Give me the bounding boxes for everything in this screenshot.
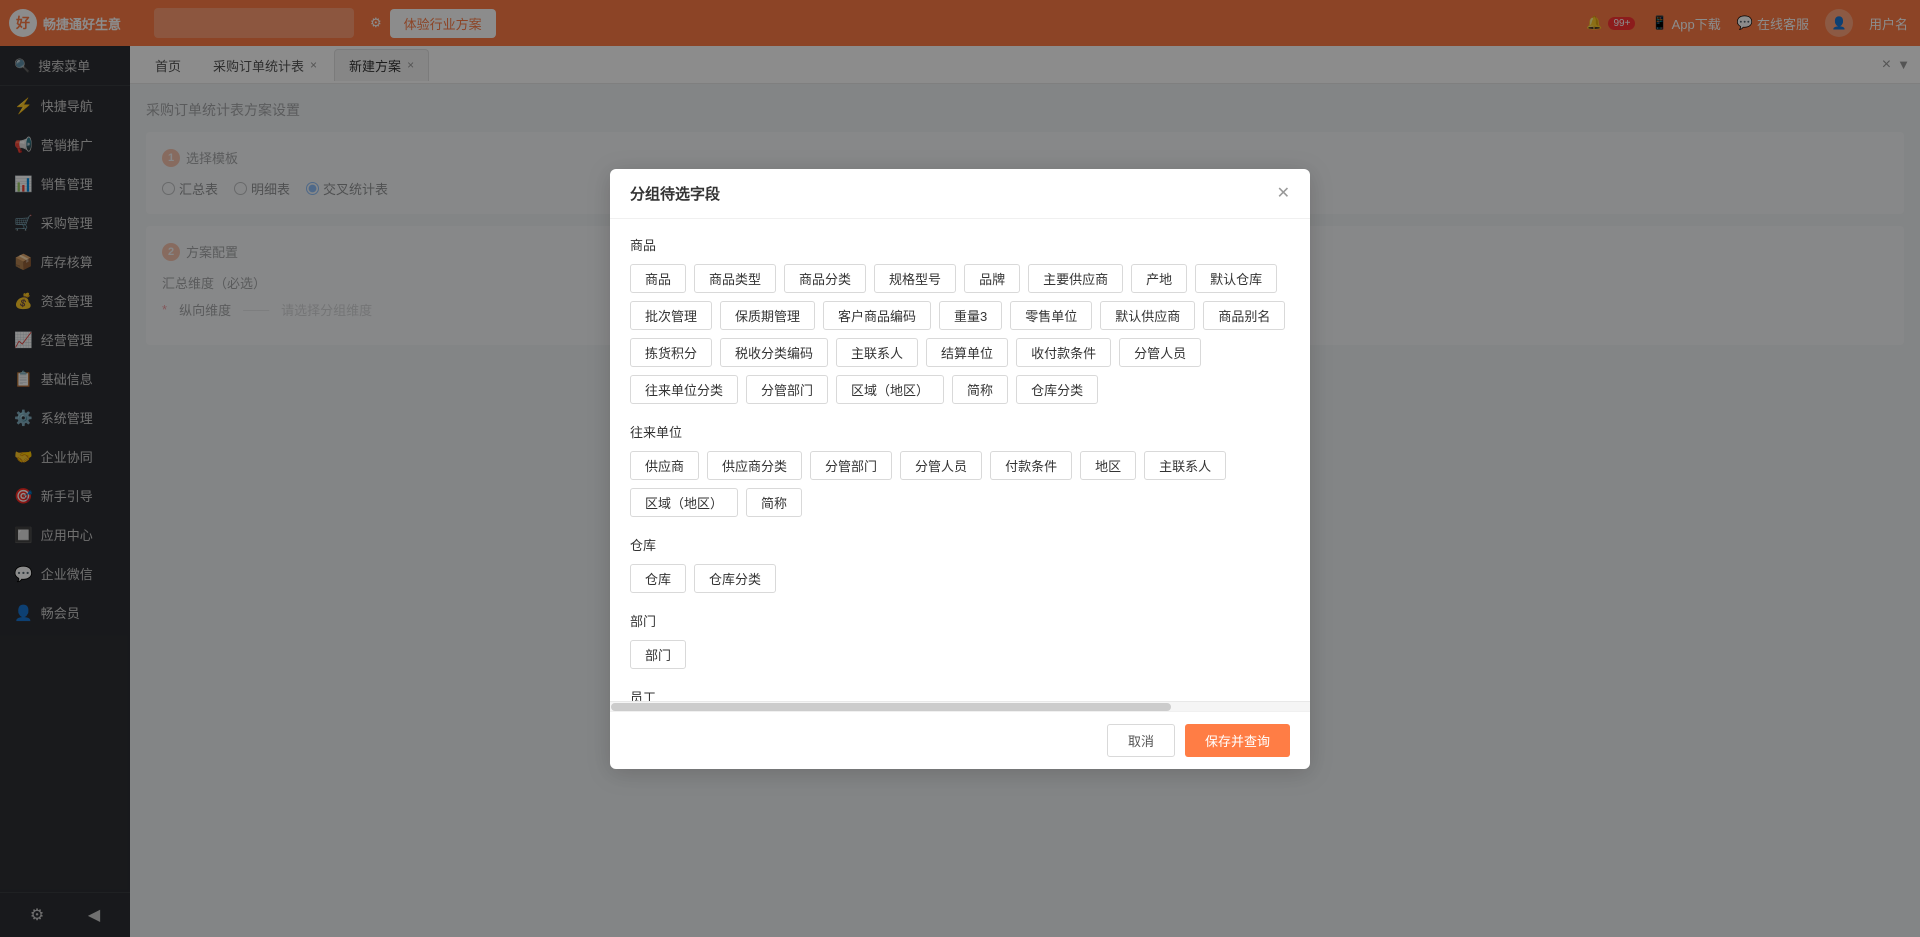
department-fields: 部门 (630, 640, 1290, 669)
field-tag-分管部门[interactable]: 分管部门 (810, 451, 892, 480)
field-tag-客户商品编码[interactable]: 客户商品编码 (823, 301, 931, 330)
warehouse-fields: 仓库仓库分类 (630, 564, 1290, 593)
field-tag-区域（地区）[interactable]: 区域（地区） (630, 488, 738, 517)
field-tag-部门[interactable]: 部门 (630, 640, 686, 669)
cancel-button[interactable]: 取消 (1107, 724, 1175, 757)
field-tag-供应商分类[interactable]: 供应商分类 (707, 451, 802, 480)
section-employee-title: 员工 (630, 687, 1290, 701)
field-tag-往来单位分类[interactable]: 往来单位分类 (630, 375, 738, 404)
section-department: 部门 部门 (630, 611, 1290, 669)
field-tag-重量3[interactable]: 重量3 (939, 301, 1002, 330)
field-tag-保质期管理[interactable]: 保质期管理 (720, 301, 815, 330)
field-tag-地区[interactable]: 地区 (1080, 451, 1136, 480)
section-department-title: 部门 (630, 611, 1290, 630)
modal-footer: 取消 保存并查询 (610, 711, 1310, 769)
confirm-button[interactable]: 保存并查询 (1185, 724, 1290, 757)
field-tag-商品别名[interactable]: 商品别名 (1203, 301, 1285, 330)
section-warehouse: 仓库 仓库仓库分类 (630, 535, 1290, 593)
section-products-title: 商品 (630, 235, 1290, 254)
modal-overlay[interactable]: 分组待选字段 ✕ 商品 商品商品类型商品分类规格型号品牌主要供应商产地默认仓库批… (0, 0, 1920, 937)
modal-title: 分组待选字段 (630, 183, 720, 204)
modal-hscroll[interactable] (610, 701, 1310, 711)
field-tag-零售单位[interactable]: 零售单位 (1010, 301, 1092, 330)
field-tag-主联系人[interactable]: 主联系人 (836, 338, 918, 367)
modal-body: 商品 商品商品类型商品分类规格型号品牌主要供应商产地默认仓库批次管理保质期管理客… (610, 219, 1310, 701)
section-products: 商品 商品商品类型商品分类规格型号品牌主要供应商产地默认仓库批次管理保质期管理客… (630, 235, 1290, 404)
field-tag-仓库[interactable]: 仓库 (630, 564, 686, 593)
field-tag-简称[interactable]: 简称 (952, 375, 1008, 404)
field-tag-主要供应商[interactable]: 主要供应商 (1028, 264, 1123, 293)
field-tag-批次管理[interactable]: 批次管理 (630, 301, 712, 330)
field-tag-分管人员[interactable]: 分管人员 (900, 451, 982, 480)
field-tag-付款条件[interactable]: 付款条件 (990, 451, 1072, 480)
field-tag-税收分类编码[interactable]: 税收分类编码 (720, 338, 828, 367)
modal-header: 分组待选字段 ✕ (610, 169, 1310, 219)
field-tag-品牌[interactable]: 品牌 (964, 264, 1020, 293)
field-tag-仓库分类[interactable]: 仓库分类 (694, 564, 776, 593)
field-tag-拣货积分[interactable]: 拣货积分 (630, 338, 712, 367)
section-employee: 员工 业务员 (630, 687, 1290, 701)
field-tag-商品分类[interactable]: 商品分类 (784, 264, 866, 293)
field-tag-规格型号[interactable]: 规格型号 (874, 264, 956, 293)
field-tag-分管部门[interactable]: 分管部门 (746, 375, 828, 404)
field-tag-简称[interactable]: 简称 (746, 488, 802, 517)
field-tag-收付款条件[interactable]: 收付款条件 (1016, 338, 1111, 367)
field-tag-默认仓库[interactable]: 默认仓库 (1195, 264, 1277, 293)
field-tag-供应商[interactable]: 供应商 (630, 451, 699, 480)
modal-close-button[interactable]: ✕ (1277, 183, 1290, 203)
field-tag-结算单位[interactable]: 结算单位 (926, 338, 1008, 367)
section-counterpart-title: 往来单位 (630, 422, 1290, 441)
field-tag-商品类型[interactable]: 商品类型 (694, 264, 776, 293)
field-tag-区域（地区）[interactable]: 区域（地区） (836, 375, 944, 404)
section-counterpart: 往来单位 供应商供应商分类分管部门分管人员付款条件地区主联系人区域（地区） 简称 (630, 422, 1290, 517)
section-warehouse-title: 仓库 (630, 535, 1290, 554)
field-select-modal: 分组待选字段 ✕ 商品 商品商品类型商品分类规格型号品牌主要供应商产地默认仓库批… (610, 169, 1310, 769)
field-tag-主联系人[interactable]: 主联系人 (1144, 451, 1226, 480)
field-tag-默认供应商[interactable]: 默认供应商 (1100, 301, 1195, 330)
field-tag-分管人员[interactable]: 分管人员 (1119, 338, 1201, 367)
field-tag-仓库分类[interactable]: 仓库分类 (1016, 375, 1098, 404)
field-tag-产地[interactable]: 产地 (1131, 264, 1187, 293)
counterpart-fields: 供应商供应商分类分管部门分管人员付款条件地区主联系人区域（地区） 简称 (630, 451, 1290, 517)
field-tag-商品[interactable]: 商品 (630, 264, 686, 293)
product-fields: 商品商品类型商品分类规格型号品牌主要供应商产地默认仓库批次管理保质期管理客户商品… (630, 264, 1290, 404)
